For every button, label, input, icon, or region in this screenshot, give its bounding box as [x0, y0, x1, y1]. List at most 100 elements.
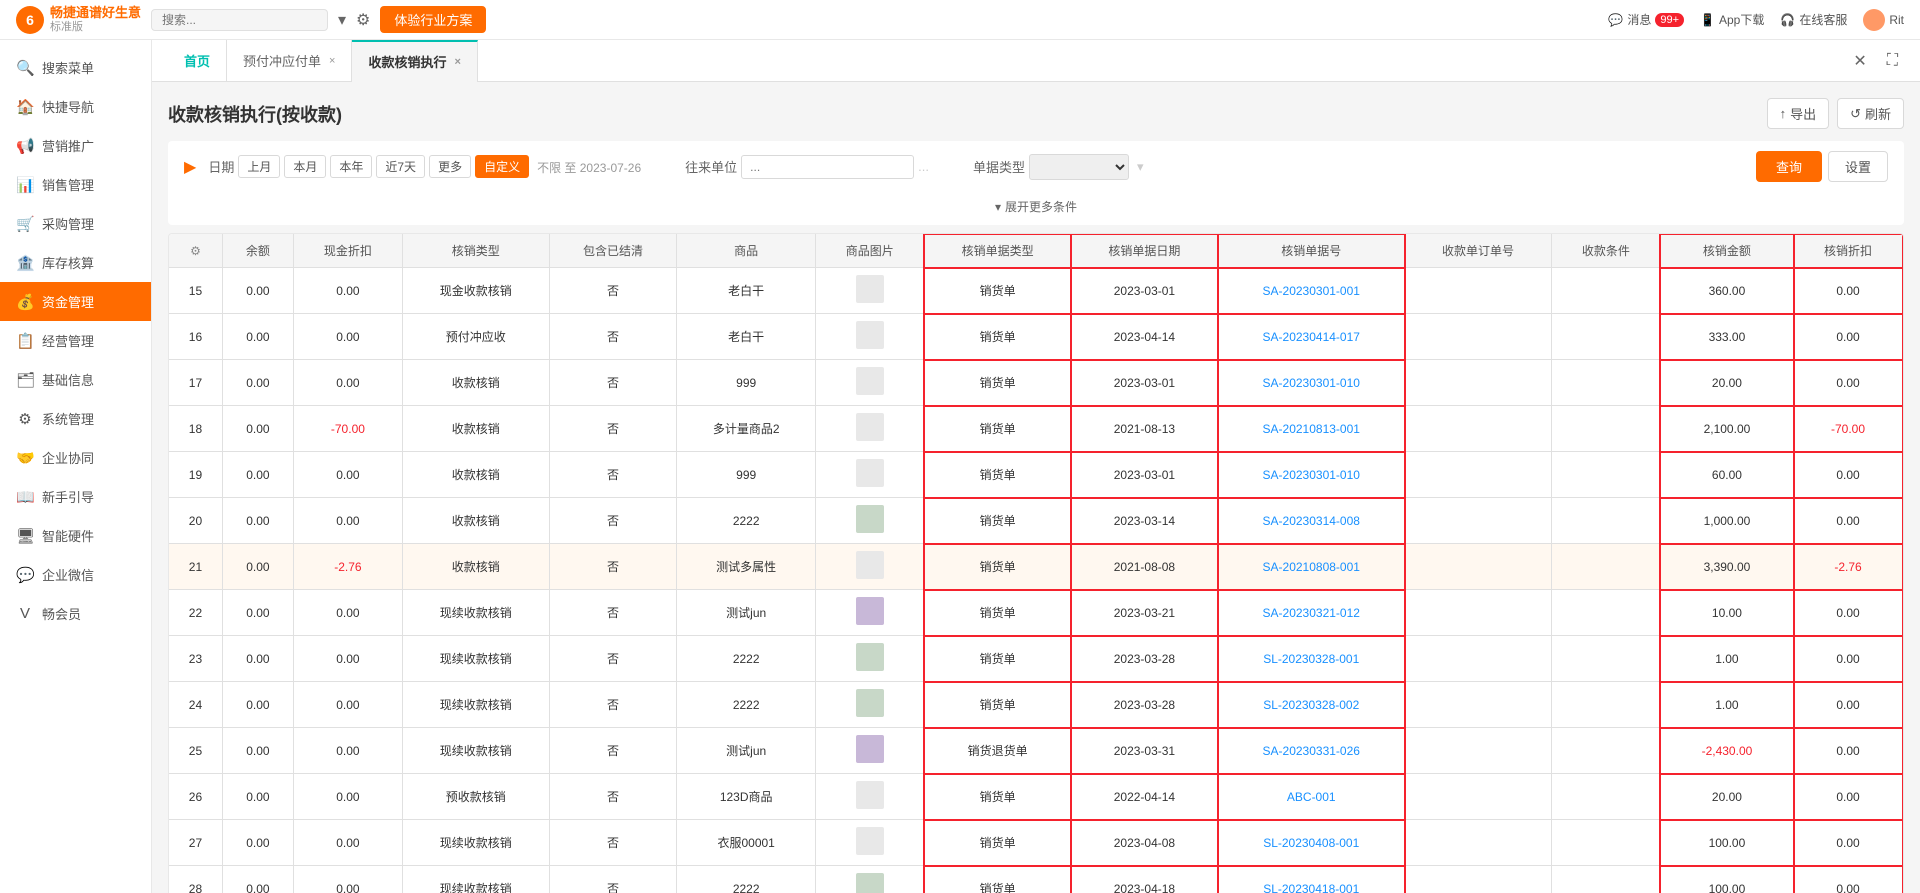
- sidebar-item-quicknav[interactable]: 🏠 快捷导航: [0, 87, 151, 126]
- th-settings[interactable]: ⚙: [169, 234, 222, 268]
- cell-goods: 2222: [677, 636, 815, 682]
- cell-bill-no[interactable]: SA-20210813-001: [1218, 406, 1405, 452]
- sidebar-item-inventory[interactable]: 🏦 库存核算: [0, 243, 151, 282]
- cell-bill-no[interactable]: ABC-001: [1218, 774, 1405, 820]
- bill-no-link[interactable]: SA-20230314-008: [1263, 514, 1360, 528]
- bill-no-link[interactable]: SA-20230414-017: [1263, 330, 1360, 344]
- expand-more-btn[interactable]: ▾ 展开更多条件: [995, 198, 1077, 215]
- this-month-btn[interactable]: 本月: [284, 155, 326, 178]
- enterprise-icon: 🤝: [16, 449, 34, 467]
- more-btn[interactable]: 更多: [429, 155, 471, 178]
- sidebar-item-hardware[interactable]: 🖥 智能硬件: [0, 516, 151, 555]
- cell-receipt-order-no: [1405, 590, 1552, 636]
- bill-no-link[interactable]: SA-20210808-001: [1263, 560, 1360, 574]
- custom-date-btn[interactable]: 自定义: [475, 155, 529, 178]
- tab-home[interactable]: 首页: [168, 40, 227, 82]
- cell-receipt-condition: [1551, 452, 1660, 498]
- cell-bill-no[interactable]: SA-20230314-008: [1218, 498, 1405, 544]
- cell-receipt-order-no: [1405, 314, 1552, 360]
- cell-include-settled: 否: [549, 360, 677, 406]
- bill-type-select[interactable]: [1029, 154, 1129, 180]
- top-search-input[interactable]: [151, 9, 328, 31]
- export-button[interactable]: ↑ 导出: [1767, 98, 1830, 129]
- bill-no-link[interactable]: SL-20230328-002: [1263, 698, 1359, 712]
- cell-verify-type: 现续收款核销: [402, 682, 549, 728]
- sidebar-item-guide[interactable]: 📖 新手引导: [0, 477, 151, 516]
- bill-no-link[interactable]: SA-20230331-026: [1263, 744, 1360, 758]
- user-name-item[interactable]: Rit: [1863, 9, 1904, 31]
- app-logo: 6 畅捷通谱好生意 标准版: [16, 5, 141, 34]
- bill-no-link[interactable]: SA-20230321-012: [1263, 606, 1360, 620]
- sidebar-item-wechat[interactable]: 💬 企业微信: [0, 555, 151, 594]
- cell-bill-no[interactable]: SA-20230301-010: [1218, 452, 1405, 498]
- cell-no: 23: [169, 636, 222, 682]
- last-7days-btn[interactable]: 近7天: [376, 155, 425, 178]
- receipt-tab-close[interactable]: ×: [454, 56, 460, 68]
- sidebar-item-marketing[interactable]: 📢 营销推广: [0, 126, 151, 165]
- bill-no-link[interactable]: SA-20230301-010: [1263, 376, 1360, 390]
- refresh-button[interactable]: ↺ 刷新: [1837, 98, 1904, 129]
- this-year-btn[interactable]: 本年: [330, 155, 372, 178]
- settings-gear-icon[interactable]: [356, 10, 370, 30]
- cell-bill-no[interactable]: SA-20230321-012: [1218, 590, 1405, 636]
- setting-button[interactable]: 设置: [1828, 151, 1888, 182]
- sidebar-item-enterprise[interactable]: 🤝 企业协同: [0, 438, 151, 477]
- app-download-item[interactable]: 📱 App下载: [1700, 11, 1764, 28]
- cell-bill-no[interactable]: SA-20230414-017: [1218, 314, 1405, 360]
- from-unit-input[interactable]: [741, 155, 914, 179]
- cell-bill-no[interactable]: SL-20230418-001: [1218, 866, 1405, 893]
- cell-bill-no[interactable]: SA-20230301-010: [1218, 360, 1405, 406]
- sidebar-item-basics[interactable]: 🗂 基础信息: [0, 360, 151, 399]
- cell-verify-type: 现续收款核销: [402, 866, 549, 893]
- cell-goods: 2222: [677, 682, 815, 728]
- cell-cash-discount: 0.00: [293, 360, 402, 406]
- cell-include-settled: 否: [549, 544, 677, 590]
- tab-expand-icon[interactable]: ⛶: [1881, 50, 1904, 72]
- sidebar-item-sales[interactable]: 📊 销售管理: [0, 165, 151, 204]
- cell-cash-discount: 0.00: [293, 728, 402, 774]
- cell-bill-no[interactable]: SL-20230328-001: [1218, 636, 1405, 682]
- tab-receipt-verify[interactable]: 收款核销执行 ×: [352, 40, 477, 82]
- tab-close-all-icon[interactable]: ✕: [1847, 49, 1872, 73]
- sidebar-item-purchase[interactable]: 🛒 采购管理: [0, 204, 151, 243]
- sidebar-label-inventory: 库存核算: [42, 253, 94, 272]
- cell-bill-no[interactable]: SL-20230328-002: [1218, 682, 1405, 728]
- bill-no-link[interactable]: SA-20230301-001: [1263, 284, 1360, 298]
- cell-bill-no[interactable]: SA-20210808-001: [1218, 544, 1405, 590]
- cell-verify-discount: -70.00: [1794, 406, 1903, 452]
- cell-verify-discount: 0.00: [1794, 590, 1903, 636]
- query-button[interactable]: 查询: [1756, 151, 1822, 182]
- tab-prepay[interactable]: 预付冲应付单 ×: [227, 40, 352, 82]
- cell-bill-type: 销货退货单: [924, 728, 1071, 774]
- sidebar-item-operations[interactable]: 📋 经营管理: [0, 321, 151, 360]
- sidebar-item-search[interactable]: 🔍 搜索菜单: [0, 48, 151, 87]
- date-options: 上月 本月 本年 近7天 更多 自定义: [238, 155, 529, 178]
- bill-no-link[interactable]: SL-20230328-001: [1263, 652, 1359, 666]
- cell-goods-img: [815, 728, 924, 774]
- cell-bill-no[interactable]: SA-20230301-001: [1218, 268, 1405, 314]
- cell-bill-date: 2021-08-08: [1071, 544, 1218, 590]
- prepay-tab-close[interactable]: ×: [329, 55, 335, 67]
- from-unit-filter: 往来单位 ...: [685, 155, 929, 179]
- bill-no-link[interactable]: ABC-001: [1287, 790, 1336, 804]
- sidebar-item-system[interactable]: ⚙ 系统管理: [0, 399, 151, 438]
- last-month-btn[interactable]: 上月: [238, 155, 280, 178]
- sidebar-label-operations: 经营管理: [42, 331, 94, 350]
- cell-cash-discount: 0.00: [293, 314, 402, 360]
- bill-no-link[interactable]: SL-20230418-001: [1263, 882, 1359, 893]
- sidebar-item-finance[interactable]: 💰 资金管理: [0, 282, 151, 321]
- notification-item[interactable]: 💬 消息 99+: [1608, 11, 1684, 28]
- bill-no-link[interactable]: SL-20230408-001: [1263, 836, 1359, 850]
- cell-cash-discount: 0.00: [293, 636, 402, 682]
- industry-solution-button[interactable]: 体验行业方案: [380, 6, 486, 33]
- filter-collapse-icon[interactable]: ▶: [184, 157, 196, 177]
- sidebar-label-hardware: 智能硬件: [42, 526, 94, 545]
- cell-bill-no[interactable]: SL-20230408-001: [1218, 820, 1405, 866]
- online-service-item[interactable]: 🎧 在线客服: [1780, 11, 1847, 28]
- cell-bill-no[interactable]: SA-20230331-026: [1218, 728, 1405, 774]
- search-dropdown-icon[interactable]: ▾: [338, 10, 346, 30]
- sidebar-item-vip[interactable]: V 畅会员: [0, 594, 151, 633]
- bill-no-link[interactable]: SA-20230301-010: [1263, 468, 1360, 482]
- bill-no-link[interactable]: SA-20210813-001: [1263, 422, 1360, 436]
- page-actions: ↑ 导出 ↺ 刷新: [1767, 98, 1904, 129]
